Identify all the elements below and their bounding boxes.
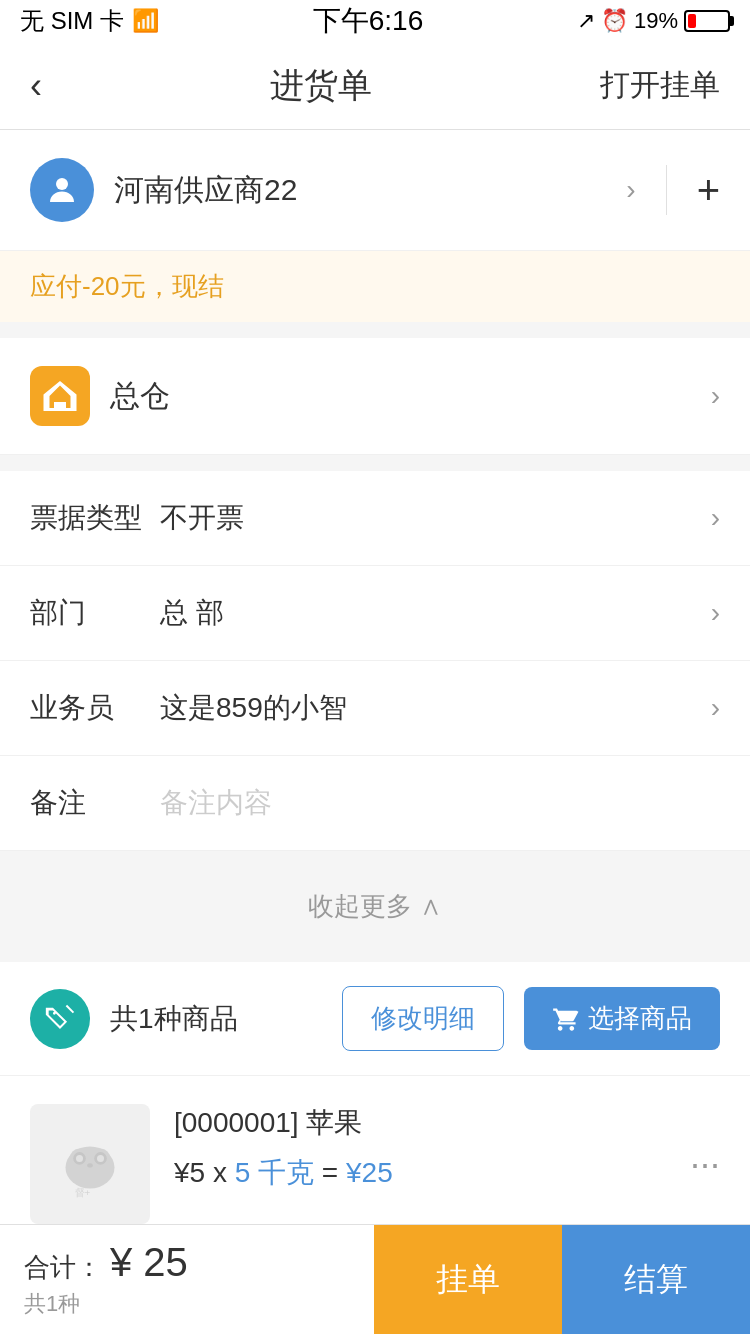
footer-total: 合计： ¥ 25 共1种 (0, 1225, 374, 1334)
product-multiply: x (213, 1157, 235, 1188)
supplier-name: 河南供应商22 (114, 170, 626, 211)
form-section: 票据类型 不开票 › 部门 总 部 › 业务员 这是859的小智 › 备注 备注… (0, 471, 750, 851)
invoice-type-chevron-icon: › (711, 502, 720, 534)
checkout-button[interactable]: 结算 (562, 1225, 750, 1334)
divider (666, 165, 667, 215)
status-time: 下午6:16 (313, 2, 424, 40)
select-product-button[interactable]: 选择商品 (524, 987, 720, 1050)
supplier-row[interactable]: 河南供应商22 › + (0, 130, 750, 251)
remark-label: 备注 (30, 784, 160, 822)
product-price: ¥5 x 5 千克 = ¥25 (174, 1154, 666, 1192)
status-left: 无 SIM 卡 📶 (20, 5, 159, 37)
department-value: 总 部 (160, 594, 711, 632)
product-unit-price: ¥5 (174, 1157, 205, 1188)
svg-point-7 (97, 1155, 104, 1162)
product-title: 苹果 (306, 1107, 362, 1138)
collapse-section: 收起更多 ∧ (0, 867, 750, 946)
product-equals: = (322, 1157, 346, 1188)
department-row[interactable]: 部门 总 部 › (0, 566, 750, 661)
payment-hint: 应付-20元，现结 (0, 251, 750, 322)
footer: 合计： ¥ 25 共1种 挂单 结算 (0, 1224, 750, 1334)
svg-text:督+: 督+ (75, 1187, 91, 1198)
warehouse-row[interactable]: 总仓 › (0, 338, 750, 455)
collapse-button[interactable]: 收起更多 ∧ (0, 867, 750, 946)
salesperson-value: 这是859的小智 (160, 689, 711, 727)
product-section: 共1种商品 修改明细 选择商品 督+ (0, 962, 750, 1252)
product-total: ¥25 (346, 1157, 393, 1188)
alarm-icon: ⏰ (601, 8, 628, 34)
product-quantity: 5 (235, 1157, 251, 1188)
add-supplier-icon[interactable]: + (697, 168, 720, 213)
battery-fill (688, 14, 696, 28)
total-row: 合计： ¥ 25 (24, 1240, 350, 1285)
modify-detail-button[interactable]: 修改明细 (342, 986, 504, 1051)
supplier-avatar (30, 158, 94, 222)
back-button[interactable]: ‹ (30, 65, 42, 107)
warehouse-section: 总仓 › (0, 338, 750, 455)
warehouse-chevron-icon: › (711, 380, 720, 412)
carrier-text: 无 SIM 卡 (20, 5, 124, 37)
total-amount: ¥ 25 (110, 1240, 188, 1285)
hang-order-button[interactable]: 挂单 (374, 1225, 562, 1334)
salesperson-chevron-icon: › (711, 692, 720, 724)
department-chevron-icon: › (711, 597, 720, 629)
product-thumbnail: 督+ (30, 1104, 150, 1224)
product-unit: 千克 (258, 1157, 314, 1188)
wifi-icon: 📶 (132, 8, 159, 34)
select-product-label: 选择商品 (588, 1001, 692, 1036)
warehouse-name: 总仓 (110, 376, 711, 417)
product-code: [0000001] (174, 1107, 299, 1138)
status-bar: 无 SIM 卡 📶 下午6:16 ↗ ⏰ 19% (0, 0, 750, 42)
remark-row[interactable]: 备注 备注内容 (0, 756, 750, 851)
svg-point-8 (87, 1163, 93, 1167)
product-more-icon[interactable]: ··· (690, 1143, 720, 1185)
supplier-chevron-icon: › (626, 174, 635, 206)
warehouse-icon (30, 366, 90, 426)
nav-bar: ‹ 进货单 打开挂单 (0, 42, 750, 130)
product-header: 共1种商品 修改明细 选择商品 (0, 962, 750, 1075)
remark-placeholder: 备注内容 (160, 784, 720, 822)
svg-point-6 (76, 1155, 83, 1162)
product-count-text: 共1种商品 (110, 1000, 322, 1038)
supplier-actions: › + (626, 165, 720, 215)
invoice-type-value: 不开票 (160, 499, 711, 537)
status-right: ↗ ⏰ 19% (577, 8, 730, 34)
battery-icon (684, 10, 730, 32)
location-icon: ↗ (577, 8, 595, 34)
salesperson-label: 业务员 (30, 689, 160, 727)
supplier-section: 河南供应商22 › + 应付-20元，现结 (0, 130, 750, 322)
page-title: 进货单 (270, 63, 372, 109)
total-label: 合计： (24, 1250, 102, 1285)
open-hang-button[interactable]: 打开挂单 (600, 65, 720, 106)
svg-point-0 (56, 178, 68, 190)
invoice-type-row[interactable]: 票据类型 不开票 › (0, 471, 750, 566)
product-info: [0000001] 苹果 ¥5 x 5 千克 = ¥25 (174, 1104, 666, 1192)
total-sub: 共1种 (24, 1289, 350, 1319)
product-name: [0000001] 苹果 (174, 1104, 666, 1142)
product-count-icon (30, 989, 90, 1049)
department-label: 部门 (30, 594, 160, 632)
salesperson-row[interactable]: 业务员 这是859的小智 › (0, 661, 750, 756)
invoice-type-label: 票据类型 (30, 499, 160, 537)
battery-percentage: 19% (634, 8, 678, 34)
